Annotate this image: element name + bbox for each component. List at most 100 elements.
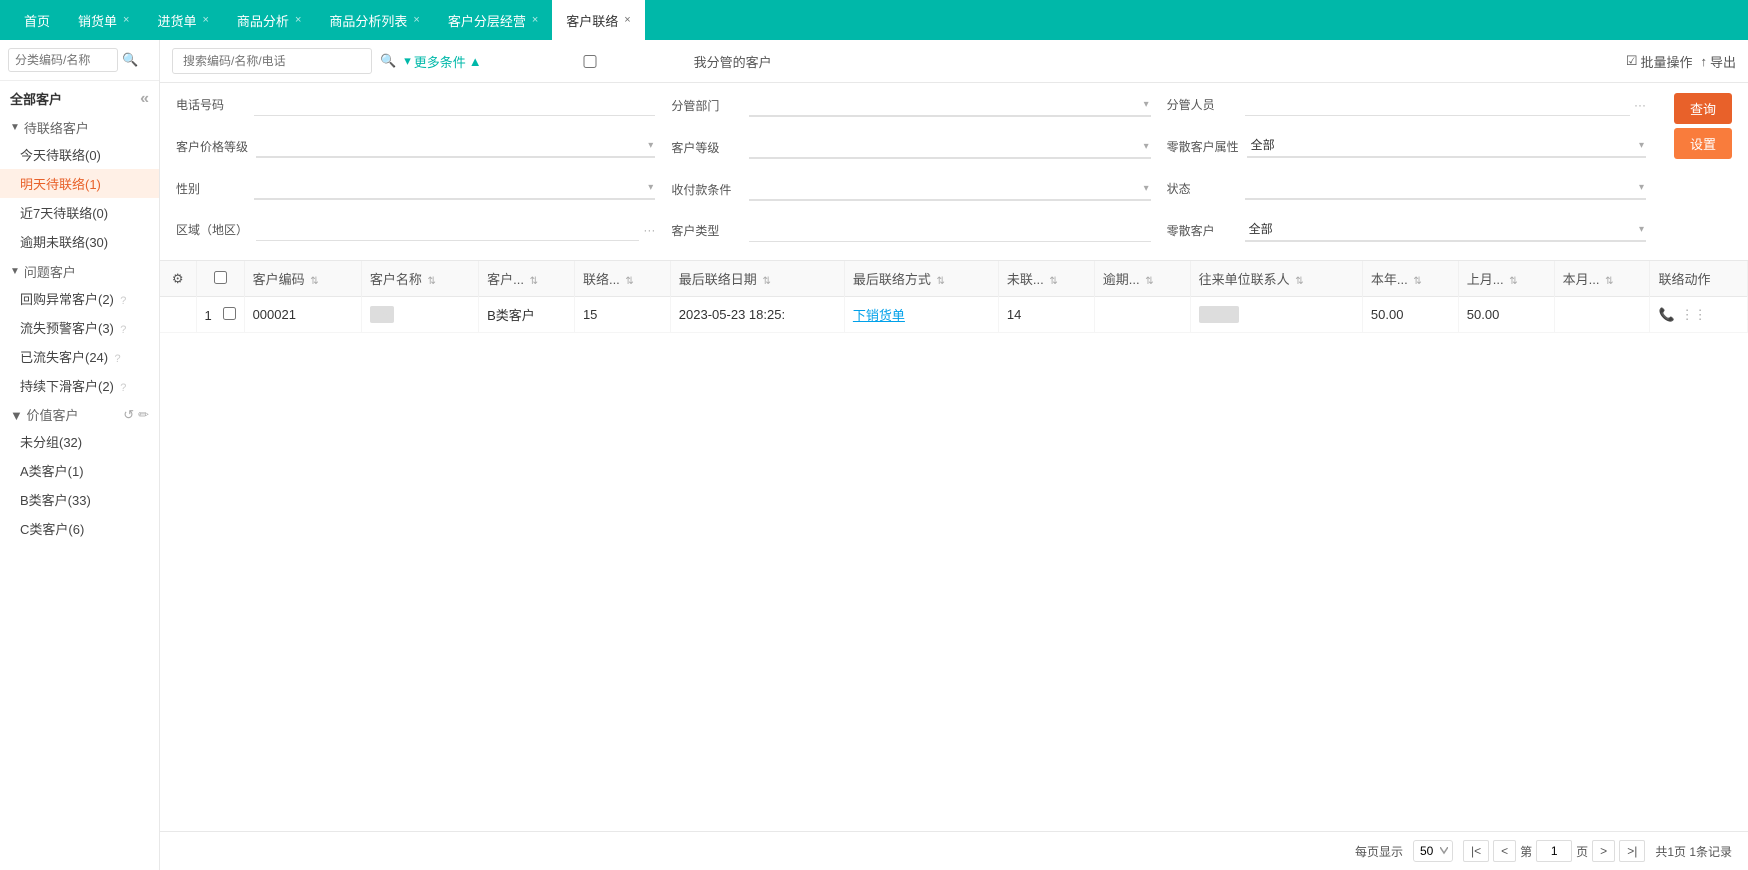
sidebar-item-today-pending[interactable]: 今天待联络(0)	[0, 140, 159, 169]
search-button[interactable]: 🔍	[380, 53, 396, 69]
col-this-year[interactable]: 本年... ⇅	[1362, 261, 1458, 297]
close-customer-contact-icon[interactable]: ×	[624, 14, 630, 26]
filter-row-retail-customer: 零散客户 全部 ▾	[1167, 218, 1646, 242]
sidebar-item-overdue-pending[interactable]: 逾期未联络(30)	[0, 227, 159, 256]
help-icon-churned[interactable]: ?	[114, 353, 120, 365]
retail-attr-select[interactable]: 全部	[1247, 134, 1646, 157]
nav-customer-segment[interactable]: 客户分层经营 ×	[434, 0, 552, 40]
sidebar-item-week-pending[interactable]: 近7天待联络(0)	[0, 198, 159, 227]
sidebar-search-input[interactable]	[8, 48, 118, 72]
col-company-contact[interactable]: 往来单位联系人 ⇅	[1190, 261, 1362, 297]
col-customer-type[interactable]: 客户... ⇅	[479, 261, 575, 297]
sidebar-item-c-class[interactable]: C类客户(6)	[0, 514, 159, 543]
dept-select-wrapper[interactable]: ▾	[749, 93, 1150, 117]
row-last-contact-date: 2023-05-23 18:25:	[670, 297, 844, 333]
sidebar-item-tomorrow-pending[interactable]: 明天待联络(1)	[0, 169, 159, 198]
status-field: 状态 ▾	[1167, 176, 1646, 200]
gender-select[interactable]	[254, 176, 655, 199]
sidebar-item-churn-warning[interactable]: 流失预警客户(3) ?	[0, 313, 159, 342]
nav-customer-contact[interactable]: 客户联络 ×	[552, 0, 644, 40]
person-input[interactable]	[1245, 93, 1630, 116]
top-navigation: 首页 销货单 × 进货单 × 商品分析 × 商品分析列表 × 客户分层经营 × …	[0, 0, 1748, 40]
sidebar-search-icon[interactable]: 🔍	[122, 52, 138, 68]
close-purchase-icon[interactable]: ×	[202, 14, 208, 26]
region-input[interactable]	[256, 218, 639, 241]
retail-customer-select-wrapper[interactable]: 全部 ▾	[1245, 218, 1646, 242]
sidebar-item-churned[interactable]: 已流失客户(24) ?	[0, 342, 159, 371]
retail-attr-select-wrapper[interactable]: 全部 ▾	[1247, 134, 1646, 158]
level-select-wrapper[interactable]: ▾	[749, 135, 1150, 159]
last-page-button[interactable]: >|	[1619, 840, 1645, 862]
help-icon-abnormal[interactable]: ?	[120, 295, 126, 307]
help-icon-declining[interactable]: ?	[120, 382, 126, 394]
arrow-down-icon: ▼	[10, 122, 20, 133]
person-extra-icon[interactable]: ···	[1634, 98, 1646, 112]
edit-icon[interactable]: ✏	[138, 407, 149, 423]
col-last-month[interactable]: 上月... ⇅	[1458, 261, 1554, 297]
row-last-contact-method[interactable]: 下销货单	[844, 297, 998, 333]
refresh-icon[interactable]: ↺	[123, 407, 134, 423]
col-last-contact-method[interactable]: 最后联络方式 ⇅	[844, 261, 998, 297]
payment-select-wrapper[interactable]: ▾	[749, 177, 1150, 201]
close-customer-segment-icon[interactable]: ×	[532, 14, 538, 26]
query-button[interactable]: 查询	[1674, 93, 1732, 124]
first-page-button[interactable]: |<	[1463, 840, 1489, 862]
col-settings[interactable]: ⚙	[160, 261, 196, 297]
my-customers-checkbox[interactable]	[490, 55, 690, 68]
close-product-analysis-list-icon[interactable]: ×	[413, 14, 419, 26]
filter-row-level: 客户等级 ▾	[671, 135, 1150, 159]
nav-purchase[interactable]: 进货单 ×	[143, 0, 222, 40]
qr-action-icon[interactable]: ⋮⋮	[1681, 307, 1707, 323]
export-button[interactable]: ↑ 导出	[1700, 52, 1736, 71]
close-product-analysis-icon[interactable]: ×	[295, 14, 301, 26]
phone-input[interactable]	[254, 93, 655, 116]
region-extra-icon[interactable]: ···	[643, 223, 655, 237]
page-number-input[interactable]	[1536, 840, 1572, 862]
col-last-contact-date[interactable]: 最后联络日期 ⇅	[670, 261, 844, 297]
col-customer-name[interactable]: 客户名称 ⇅	[361, 261, 478, 297]
sidebar-item-declining[interactable]: 持续下滑客户(2) ?	[0, 371, 159, 400]
nav-product-analysis[interactable]: 商品分析 ×	[223, 0, 315, 40]
sidebar-item-ungrouped[interactable]: 未分组(32)	[0, 427, 159, 456]
search-input[interactable]	[172, 48, 372, 74]
customer-price-select-wrapper[interactable]: ▾	[256, 134, 655, 158]
customer-price-select[interactable]	[256, 134, 655, 157]
payment-select[interactable]	[749, 177, 1150, 200]
gender-select-wrapper[interactable]: ▾	[254, 176, 655, 200]
col-check[interactable]	[196, 261, 244, 297]
col-overdue[interactable]: 逾期... ⇅	[1094, 261, 1190, 297]
sidebar-item-abnormal[interactable]: 回购异常客户(2) ?	[0, 284, 159, 313]
help-icon-churn-warning[interactable]: ?	[120, 324, 126, 336]
col-customer-code[interactable]: 客户编码 ⇅	[244, 261, 361, 297]
level-select[interactable]	[749, 135, 1150, 158]
phone-action-icon[interactable]: 📞	[1658, 307, 1674, 323]
customer-type-input[interactable]	[749, 219, 1150, 242]
nav-sales[interactable]: 销货单 ×	[64, 0, 143, 40]
per-page-select[interactable]: 50	[1413, 840, 1453, 862]
retail-customer-select[interactable]: 全部	[1245, 218, 1646, 241]
sort-icon-type: ⇅	[530, 276, 538, 287]
close-sales-icon[interactable]: ×	[123, 14, 129, 26]
next-page-button[interactable]: >	[1592, 840, 1615, 862]
batch-operation-button[interactable]: ☑ 批量操作	[1626, 52, 1693, 71]
my-customers-checkbox-label[interactable]: 我分管的客户	[490, 52, 772, 71]
sidebar-item-a-class[interactable]: A类客户(1)	[0, 456, 159, 485]
pending-section-label: ▼ 待联络客户	[0, 112, 159, 140]
select-all-checkbox[interactable]	[214, 271, 227, 284]
col-unlinkd[interactable]: 未联... ⇅	[998, 261, 1094, 297]
collapse-icon[interactable]: «	[140, 90, 149, 108]
pagination-nav: |< < 第 页 > >|	[1463, 840, 1645, 862]
status-select-wrapper[interactable]: ▾	[1245, 176, 1646, 200]
col-contact[interactable]: 联络... ⇅	[574, 261, 670, 297]
more-conditions-button[interactable]: ▾ 更多条件 ▲	[404, 52, 481, 71]
settings-button[interactable]: 设置	[1674, 128, 1732, 159]
nav-product-analysis-list[interactable]: 商品分析列表 ×	[315, 0, 433, 40]
col-this-month[interactable]: 本月... ⇅	[1554, 261, 1650, 297]
status-select[interactable]	[1245, 176, 1646, 199]
row-checkbox[interactable]	[223, 307, 236, 320]
row-check[interactable]: 1	[196, 297, 244, 333]
prev-page-button[interactable]: <	[1493, 840, 1516, 862]
dept-select[interactable]	[749, 93, 1150, 116]
sidebar-item-b-class[interactable]: B类客户(33)	[0, 485, 159, 514]
nav-home[interactable]: 首页	[10, 0, 64, 40]
